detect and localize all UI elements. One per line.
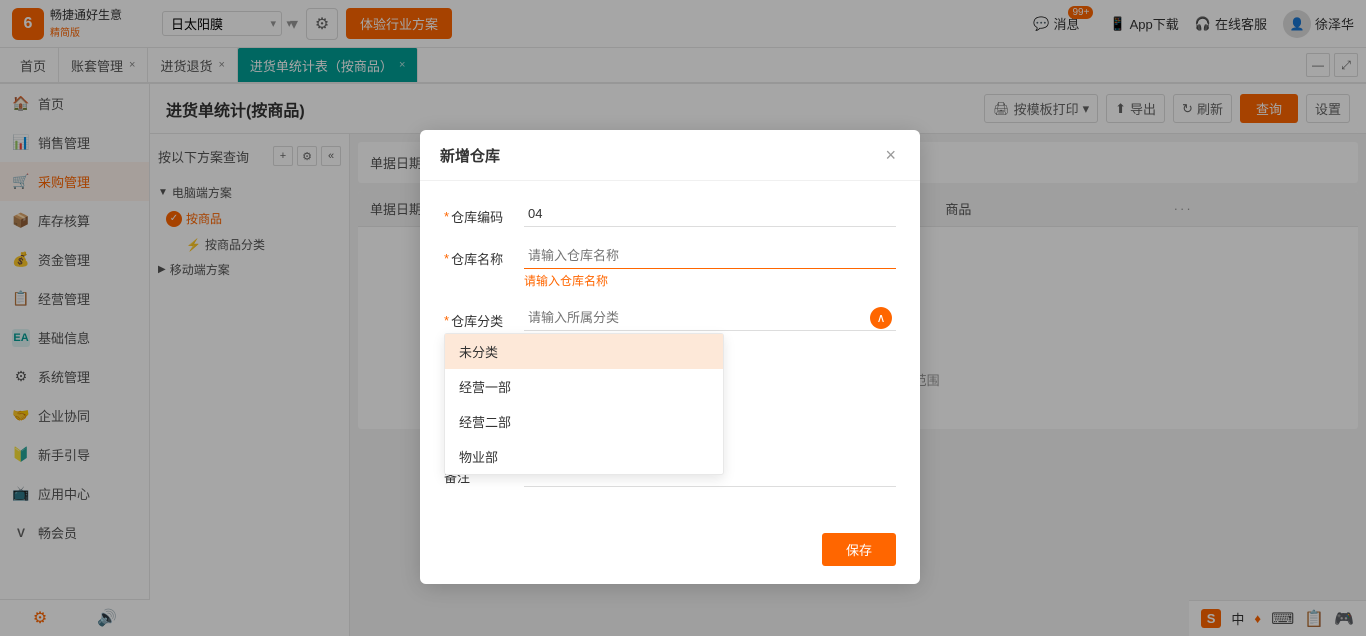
category-arrow-btn[interactable]: ∧ bbox=[870, 307, 892, 329]
dropdown-item-dept2[interactable]: 经营二部 bbox=[445, 404, 723, 439]
code-control bbox=[524, 201, 896, 227]
category-dropdown: 未分类 经营一部 经营二部 物业部 bbox=[444, 333, 724, 475]
dialog-close-btn[interactable]: × bbox=[881, 144, 900, 166]
name-input[interactable] bbox=[524, 243, 896, 269]
save-button[interactable]: 保存 bbox=[822, 533, 896, 566]
form-row-category: * 仓库分类 ∧ 未分类 经营一部 经营二部 物业部 bbox=[444, 305, 896, 331]
code-input[interactable] bbox=[524, 201, 896, 227]
name-label: * 仓库名称 bbox=[444, 243, 524, 268]
dialog-footer: 保存 bbox=[420, 523, 920, 584]
category-select-wrap: ∧ bbox=[524, 305, 896, 331]
dropdown-item-dept1[interactable]: 经营一部 bbox=[445, 369, 723, 404]
category-label: * 仓库分类 bbox=[444, 305, 524, 330]
form-row-code: * 仓库编码 bbox=[444, 201, 896, 227]
new-warehouse-dialog: 新增仓库 × * 仓库编码 * 仓库名称 请输入仓库名称 bbox=[420, 130, 920, 584]
category-input[interactable] bbox=[524, 305, 896, 331]
dropdown-item-unclassified[interactable]: 未分类 bbox=[445, 334, 723, 369]
dialog-body: * 仓库编码 * 仓库名称 请输入仓库名称 * 仓库分类 bbox=[420, 181, 920, 523]
category-control: ∧ 未分类 经营一部 经营二部 物业部 bbox=[524, 305, 896, 331]
code-label: * 仓库编码 bbox=[444, 201, 524, 226]
dropdown-item-property[interactable]: 物业部 bbox=[445, 439, 723, 474]
name-error-tip: 请输入仓库名称 bbox=[524, 272, 896, 289]
dialog-header: 新增仓库 × bbox=[420, 130, 920, 181]
dialog-title: 新增仓库 bbox=[440, 145, 500, 166]
name-control: 请输入仓库名称 bbox=[524, 243, 896, 289]
form-row-name: * 仓库名称 请输入仓库名称 bbox=[444, 243, 896, 289]
